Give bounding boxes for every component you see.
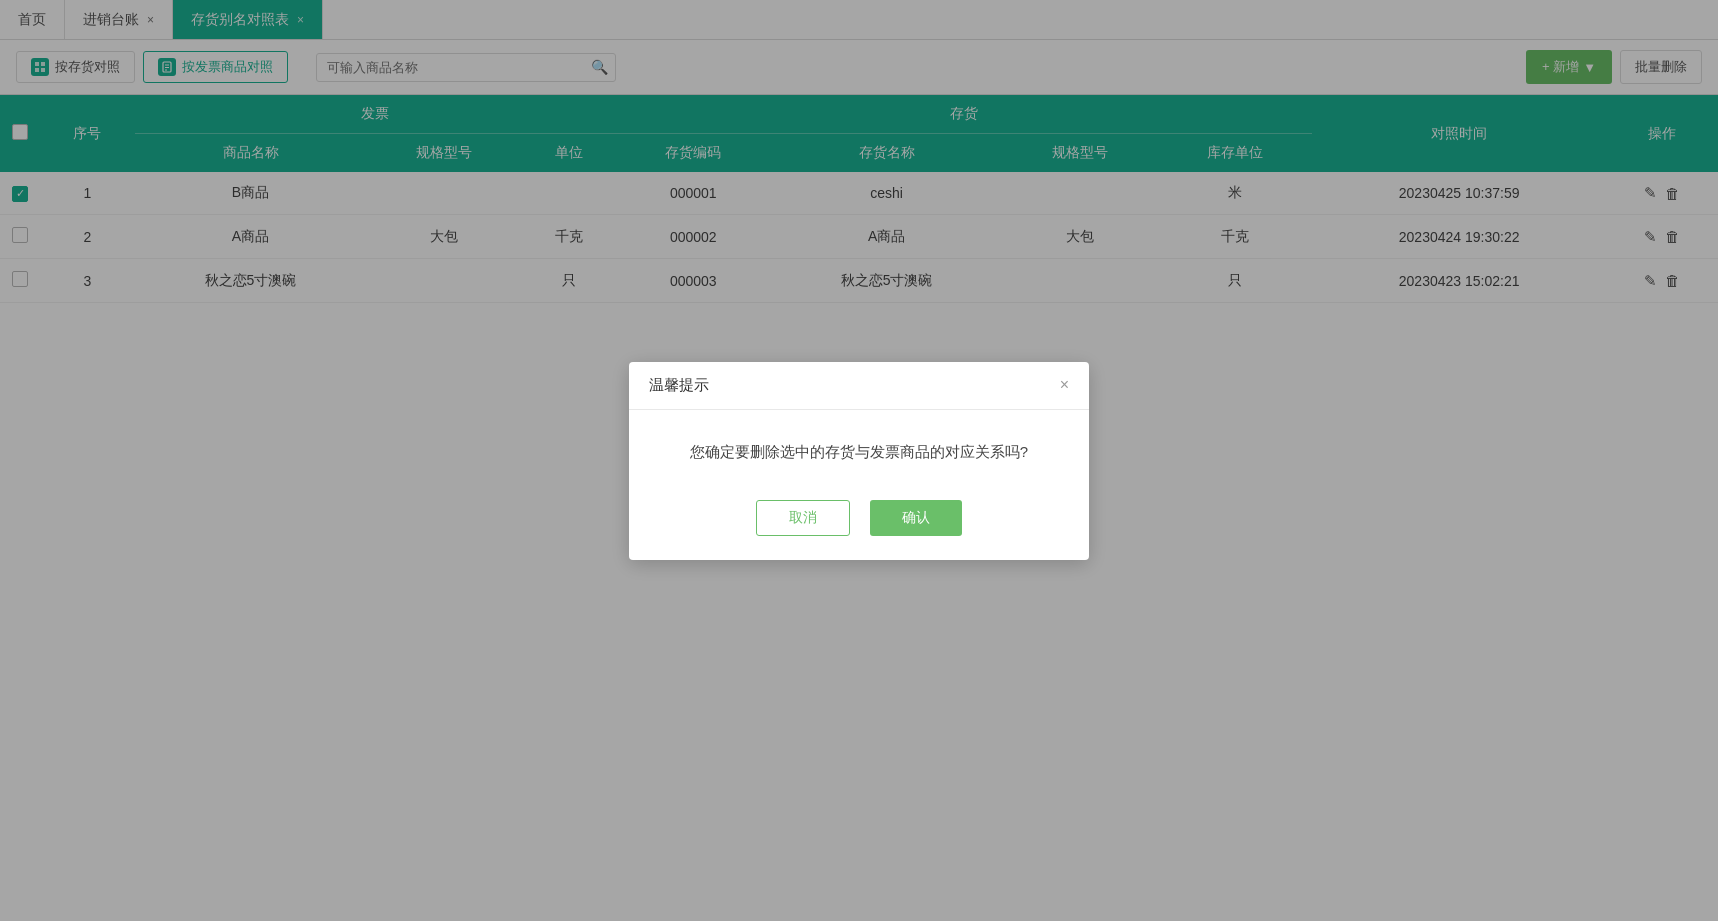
confirm-dialog: 温馨提示 × 您确定要删除选中的存货与发票商品的对应关系吗? 取消 确认 <box>629 362 1089 560</box>
dialog-message: 您确定要删除选中的存货与发票商品的对应关系吗? <box>690 443 1028 460</box>
dialog-close-button[interactable]: × <box>1060 376 1069 394</box>
dialog-cancel-button[interactable]: 取消 <box>756 500 850 536</box>
dialog-overlay: 温馨提示 × 您确定要删除选中的存货与发票商品的对应关系吗? 取消 确认 <box>0 0 1718 921</box>
dialog-confirm-button[interactable]: 确认 <box>870 500 962 536</box>
dialog-title: 温馨提示 <box>649 376 709 395</box>
dialog-footer: 取消 确认 <box>629 484 1089 560</box>
dialog-header: 温馨提示 × <box>629 362 1089 410</box>
dialog-body: 您确定要删除选中的存货与发票商品的对应关系吗? <box>629 410 1089 484</box>
